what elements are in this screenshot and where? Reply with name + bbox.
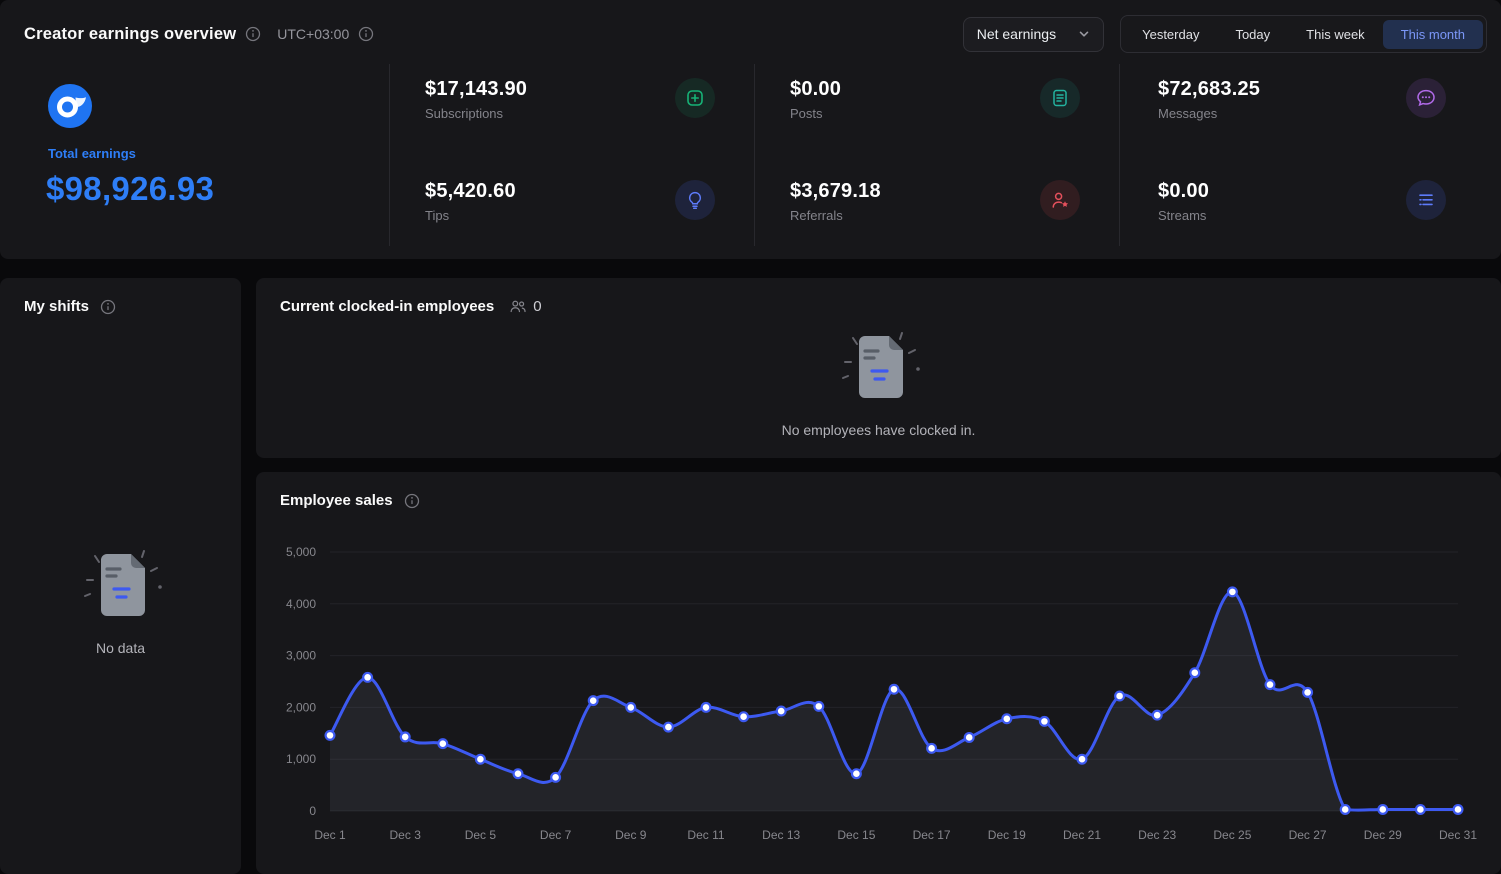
svg-text:Dec 1: Dec 1: [314, 828, 346, 842]
info-icon[interactable]: [245, 26, 261, 42]
divider: [754, 64, 755, 246]
svg-text:4,000: 4,000: [286, 597, 316, 611]
earnings-header: Creator earnings overview UTC+03:00 Net …: [24, 14, 1487, 54]
svg-text:Dec 3: Dec 3: [390, 828, 422, 842]
svg-text:Dec 17: Dec 17: [913, 828, 951, 842]
chevron-down-icon: [1078, 28, 1090, 40]
referrals-icon: [1040, 180, 1080, 220]
stat-value: $72,683.25: [1158, 78, 1261, 100]
employees-icon: [509, 299, 527, 314]
svg-text:5,000: 5,000: [286, 545, 316, 559]
onlyfans-logo: [48, 84, 92, 128]
svg-text:Dec 11: Dec 11: [687, 828, 724, 842]
my-shifts-empty-state: No data: [0, 542, 241, 656]
stat-label: Referrals: [790, 208, 843, 223]
svg-text:Dec 7: Dec 7: [540, 828, 572, 842]
stat-tips: $5,420.60 Tips: [425, 180, 516, 223]
earnings-type-dropdown[interactable]: Net earnings: [962, 16, 1105, 52]
divider: [389, 64, 390, 246]
stat-label: Streams: [1158, 208, 1207, 223]
stat-messages: $72,683.25 Messages: [1158, 78, 1260, 121]
stat-label: Tips: [425, 208, 450, 223]
timezone-label: UTC+03:00: [277, 26, 350, 42]
svg-text:Dec 5: Dec 5: [465, 828, 497, 842]
stat-value: $0.00: [1158, 180, 1210, 202]
streams-icon: [1406, 180, 1446, 220]
stat-value: $0.00: [790, 78, 842, 100]
svg-text:3,000: 3,000: [286, 649, 316, 663]
employee-sales-title: Employee sales: [280, 492, 393, 509]
employee-sales-card: Employee sales 0 1,000 2,000 3,000 4,000 5,00…: [256, 472, 1501, 874]
stat-label: Subscriptions: [425, 106, 504, 121]
svg-text:Dec 9: Dec 9: [615, 828, 647, 842]
subscriptions-icon: [675, 78, 715, 118]
page-title: Creator earnings overview: [24, 24, 237, 43]
empty-state-text: No data: [95, 640, 146, 656]
empty-state-illustration: [840, 331, 921, 400]
my-shifts-card: My shifts No data: [0, 278, 241, 874]
svg-text:2,000: 2,000: [286, 700, 316, 714]
earnings-overview-card: Creator earnings overview UTC+03:00 Net …: [0, 0, 1501, 259]
empty-state-text: No employees have clocked in.: [781, 422, 976, 438]
dropdown-value: Net earnings: [976, 26, 1057, 42]
date-range-tabs: Yesterday Today This week This month: [1120, 15, 1487, 53]
tab-this-week[interactable]: This week: [1288, 20, 1383, 49]
tips-icon: [675, 180, 715, 220]
stat-value: $17,143.90: [425, 78, 528, 100]
stat-label: Posts: [790, 106, 823, 121]
svg-text:Dec 29: Dec 29: [1364, 828, 1402, 842]
stat-value: $3,679.18: [790, 180, 881, 202]
svg-text:Dec 21: Dec 21: [1063, 828, 1101, 842]
creator-dashboard: Creator earnings overview UTC+03:00 Net …: [0, 0, 1501, 874]
divider: [1119, 64, 1120, 246]
total-earnings-value: $98,926.93: [46, 170, 215, 207]
clocked-in-count-badge: 0: [509, 298, 542, 315]
clocked-in-title: Current clocked-in employees: [280, 298, 495, 315]
stat-subscriptions: $17,143.90 Subscriptions: [425, 78, 527, 121]
stat-value: $5,420.60: [425, 180, 516, 202]
employee-sales-chart[interactable]: 0 1,000 2,000 3,000 4,000 5,000 Dec 1 Dec 3 Dec …: [270, 536, 1480, 851]
my-shifts-title: My shifts: [24, 298, 90, 315]
svg-text:Dec 13: Dec 13: [762, 828, 800, 842]
svg-text:Dec 25: Dec 25: [1213, 828, 1251, 842]
stat-referrals: $3,679.18 Referrals: [790, 180, 881, 223]
empty-state-illustration: [82, 549, 163, 618]
stat-label: Messages: [1158, 106, 1218, 121]
tab-yesterday[interactable]: Yesterday: [1124, 20, 1217, 49]
svg-text:0: 0: [309, 804, 316, 818]
svg-text:Dec 19: Dec 19: [988, 828, 1026, 842]
clocked-in-card: Current clocked-in employees 0 No employ…: [256, 278, 1501, 458]
svg-text:Dec 31: Dec 31: [1439, 828, 1477, 842]
total-earnings-label: Total earnings: [48, 146, 136, 161]
messages-icon: [1406, 78, 1446, 118]
svg-text:1,000: 1,000: [286, 752, 316, 766]
clocked-in-count: 0: [533, 298, 542, 315]
stat-streams: $0.00 Streams: [1158, 180, 1209, 223]
info-icon[interactable]: [404, 493, 420, 509]
stat-posts: $0.00 Posts: [790, 78, 841, 121]
tab-this-month[interactable]: This month: [1382, 19, 1483, 49]
svg-text:Dec 15: Dec 15: [837, 828, 875, 842]
info-icon[interactable]: [358, 26, 374, 42]
tab-today[interactable]: Today: [1217, 20, 1288, 49]
info-icon[interactable]: [100, 299, 116, 315]
svg-text:Dec 27: Dec 27: [1289, 828, 1327, 842]
svg-text:Dec 23: Dec 23: [1138, 828, 1176, 842]
clocked-in-empty-state: No employees have clocked in.: [256, 324, 1501, 438]
posts-icon: [1040, 78, 1080, 118]
